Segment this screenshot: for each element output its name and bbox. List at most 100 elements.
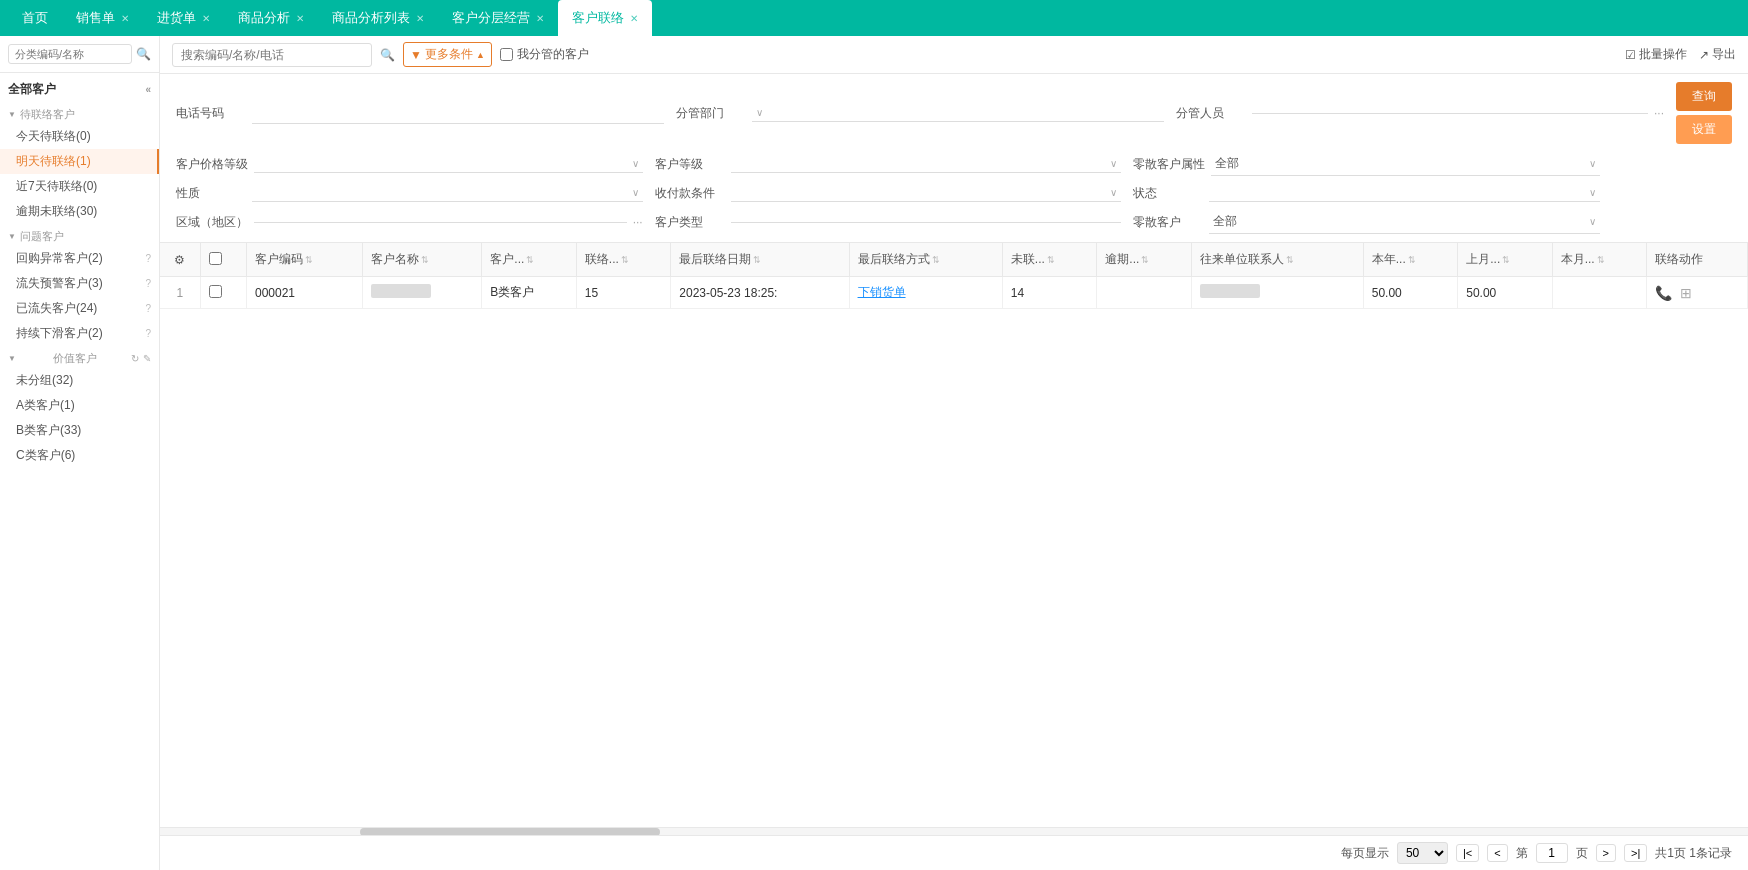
retail-customer-field: 零散客户 全部 ∨ bbox=[1133, 210, 1600, 234]
row-type: B类客户 bbox=[482, 277, 576, 309]
sort-icon[interactable]: ⇅ bbox=[305, 255, 313, 265]
filter-toolbar: 🔍 ▼ 更多条件 ▲ 我分管的客户 ☑ 批量操作 ↗ 导出 bbox=[160, 36, 1748, 74]
sidebar-item-ungrouped[interactable]: 未分组(32) bbox=[0, 368, 159, 393]
group-label-problem-customers[interactable]: 问题客户 bbox=[0, 224, 159, 246]
my-customers-checkbox[interactable]: 我分管的客户 bbox=[500, 46, 589, 63]
sidebar-item-churn-warning[interactable]: 流失预警客户(3) ? bbox=[0, 271, 159, 296]
sort-icon[interactable]: ⇅ bbox=[421, 255, 429, 265]
sidebar-item-7day-contact[interactable]: 近7天待联络(0) bbox=[0, 174, 159, 199]
category-search-input[interactable] bbox=[8, 44, 132, 64]
help-icon[interactable]: ? bbox=[145, 303, 151, 314]
col-contact-action: 联络动作 bbox=[1647, 243, 1748, 277]
sidebar-item-c-class[interactable]: C类客户(6) bbox=[0, 443, 159, 468]
nav-purchase-order[interactable]: 进货单 ✕ bbox=[143, 0, 224, 36]
close-icon[interactable]: ✕ bbox=[630, 13, 638, 24]
filter-row-4: 区域（地区） ··· 客户类型 零散客户 全部 ∨ bbox=[176, 210, 1732, 234]
refresh-icon[interactable]: ↻ bbox=[131, 353, 139, 364]
search-input[interactable] bbox=[172, 43, 372, 67]
help-icon[interactable]: ? bbox=[145, 253, 151, 264]
retail-customer-select[interactable]: 全部 ∨ bbox=[1209, 210, 1600, 234]
nav-product-analysis-list[interactable]: 商品分析列表 ✕ bbox=[318, 0, 438, 36]
edit-icon[interactable]: ✎ bbox=[143, 353, 151, 364]
sidebar-item-declining[interactable]: 持续下滑客户(2) ? bbox=[0, 321, 159, 346]
batch-operation-button[interactable]: ☑ 批量操作 bbox=[1625, 46, 1687, 63]
close-icon[interactable]: ✕ bbox=[536, 13, 544, 24]
dept-select[interactable]: ∨ bbox=[752, 104, 1164, 122]
retail-attr-select[interactable]: 全部 ∨ bbox=[1211, 152, 1600, 176]
export-button[interactable]: ↗ 导出 bbox=[1699, 46, 1736, 63]
table-header-row: ⚙ 客户编码 ⇅ 客户名称 ⇅ bbox=[160, 243, 1748, 277]
sort-icon[interactable]: ⇅ bbox=[1408, 255, 1416, 265]
gender-select[interactable]: ∨ bbox=[252, 184, 643, 202]
grid-action-icon[interactable]: ⊞ bbox=[1680, 285, 1692, 301]
chevron-down-icon: ∨ bbox=[1110, 187, 1117, 198]
more-conditions-button[interactable]: ▼ 更多条件 ▲ bbox=[403, 42, 492, 67]
help-icon[interactable]: ? bbox=[145, 278, 151, 289]
row-code: 000021 bbox=[246, 277, 362, 309]
nav-home[interactable]: 首页 bbox=[8, 0, 62, 36]
manager-field: 分管人员 ··· bbox=[1176, 105, 1664, 122]
nav-customer-tier[interactable]: 客户分层经营 ✕ bbox=[438, 0, 558, 36]
settings-col-header[interactable]: ⚙ bbox=[160, 243, 200, 277]
row-last-contact-method[interactable]: 下销货单 bbox=[849, 277, 1002, 309]
row-checkbox[interactable] bbox=[200, 277, 246, 309]
row-last-month: 50.00 bbox=[1458, 277, 1552, 309]
first-page-button[interactable]: |< bbox=[1456, 844, 1479, 862]
close-icon[interactable]: ✕ bbox=[416, 13, 424, 24]
page-size-select[interactable]: 50 100 200 bbox=[1397, 842, 1448, 864]
query-button[interactable]: 查询 bbox=[1676, 82, 1732, 111]
sidebar-item-churned[interactable]: 已流失客户(24) ? bbox=[0, 296, 159, 321]
payment-select[interactable]: ∨ bbox=[731, 184, 1122, 202]
horizontal-scrollbar[interactable] bbox=[160, 827, 1748, 835]
close-icon[interactable]: ✕ bbox=[202, 13, 210, 24]
region-dots-button[interactable]: ··· bbox=[633, 215, 643, 229]
sidebar: 🔍 全部客户 « 待联络客户 今天待联络(0) 明天待联络(1) 近7天待联络(… bbox=[0, 36, 160, 870]
sort-icon[interactable]: ⇅ bbox=[1286, 255, 1294, 265]
sidebar-item-a-class[interactable]: A类客户(1) bbox=[0, 393, 159, 418]
customers-table: ⚙ 客户编码 ⇅ 客户名称 ⇅ bbox=[160, 243, 1748, 309]
sidebar-item-overdue-contact[interactable]: 逾期未联络(30) bbox=[0, 199, 159, 224]
group-label-value-customers[interactable]: 价值客户 ↻ ✎ bbox=[0, 346, 159, 368]
next-page-button[interactable]: > bbox=[1596, 844, 1616, 862]
sort-icon[interactable]: ⇅ bbox=[932, 255, 940, 265]
sort-icon[interactable]: ⇅ bbox=[1047, 255, 1055, 265]
group-label-pending-contact[interactable]: 待联络客户 bbox=[0, 102, 159, 124]
manager-dots-button[interactable]: ··· bbox=[1654, 106, 1664, 120]
prev-page-button[interactable]: < bbox=[1487, 844, 1507, 862]
col-customer-code: 客户编码 ⇅ bbox=[246, 243, 362, 277]
nav-sales-order[interactable]: 销售单 ✕ bbox=[62, 0, 143, 36]
phone-input[interactable] bbox=[252, 103, 664, 124]
checkbox-col-header[interactable] bbox=[200, 243, 246, 277]
retail-attr-field: 零散客户属性 全部 ∨ bbox=[1133, 152, 1600, 176]
sort-icon[interactable]: ⇅ bbox=[1141, 255, 1149, 265]
region-field: 区域（地区） ··· bbox=[176, 214, 643, 231]
sort-icon[interactable]: ⇅ bbox=[753, 255, 761, 265]
sort-icon[interactable]: ⇅ bbox=[621, 255, 629, 265]
price-level-select[interactable]: ∨ bbox=[254, 155, 643, 173]
sort-icon[interactable]: ⇅ bbox=[1502, 255, 1510, 265]
customer-level-select[interactable]: ∨ bbox=[731, 155, 1122, 173]
sidebar-item-tomorrow-contact[interactable]: 明天待联络(1) bbox=[0, 149, 159, 174]
sidebar-item-b-class[interactable]: B类客户(33) bbox=[0, 418, 159, 443]
row-overdue bbox=[1097, 277, 1191, 309]
nav-customer-contact[interactable]: 客户联络 ✕ bbox=[558, 0, 652, 36]
sidebar-item-repurchase-abnormal[interactable]: 回购异常客户(2) ? bbox=[0, 246, 159, 271]
close-icon[interactable]: ✕ bbox=[121, 13, 129, 24]
close-icon[interactable]: ✕ bbox=[296, 13, 304, 24]
select-all-checkbox[interactable] bbox=[209, 252, 222, 265]
search-icon[interactable]: 🔍 bbox=[136, 47, 151, 61]
sort-icon[interactable]: ⇅ bbox=[1597, 255, 1605, 265]
collapse-icon[interactable]: « bbox=[145, 84, 151, 95]
sidebar-item-today-contact[interactable]: 今天待联络(0) bbox=[0, 124, 159, 149]
page-number-input[interactable] bbox=[1536, 843, 1568, 863]
help-icon[interactable]: ? bbox=[145, 328, 151, 339]
set-button[interactable]: 设置 bbox=[1676, 115, 1732, 144]
col-this-year: 本年... ⇅ bbox=[1363, 243, 1457, 277]
payment-field: 收付款条件 ∨ bbox=[655, 184, 1122, 202]
status-select[interactable]: ∨ bbox=[1209, 184, 1600, 202]
sort-icon[interactable]: ⇅ bbox=[526, 255, 534, 265]
nav-product-analysis[interactable]: 商品分析 ✕ bbox=[224, 0, 318, 36]
last-page-button[interactable]: >| bbox=[1624, 844, 1647, 862]
search-icon[interactable]: 🔍 bbox=[380, 48, 395, 62]
phone-action-icon[interactable]: 📞 bbox=[1655, 285, 1672, 301]
